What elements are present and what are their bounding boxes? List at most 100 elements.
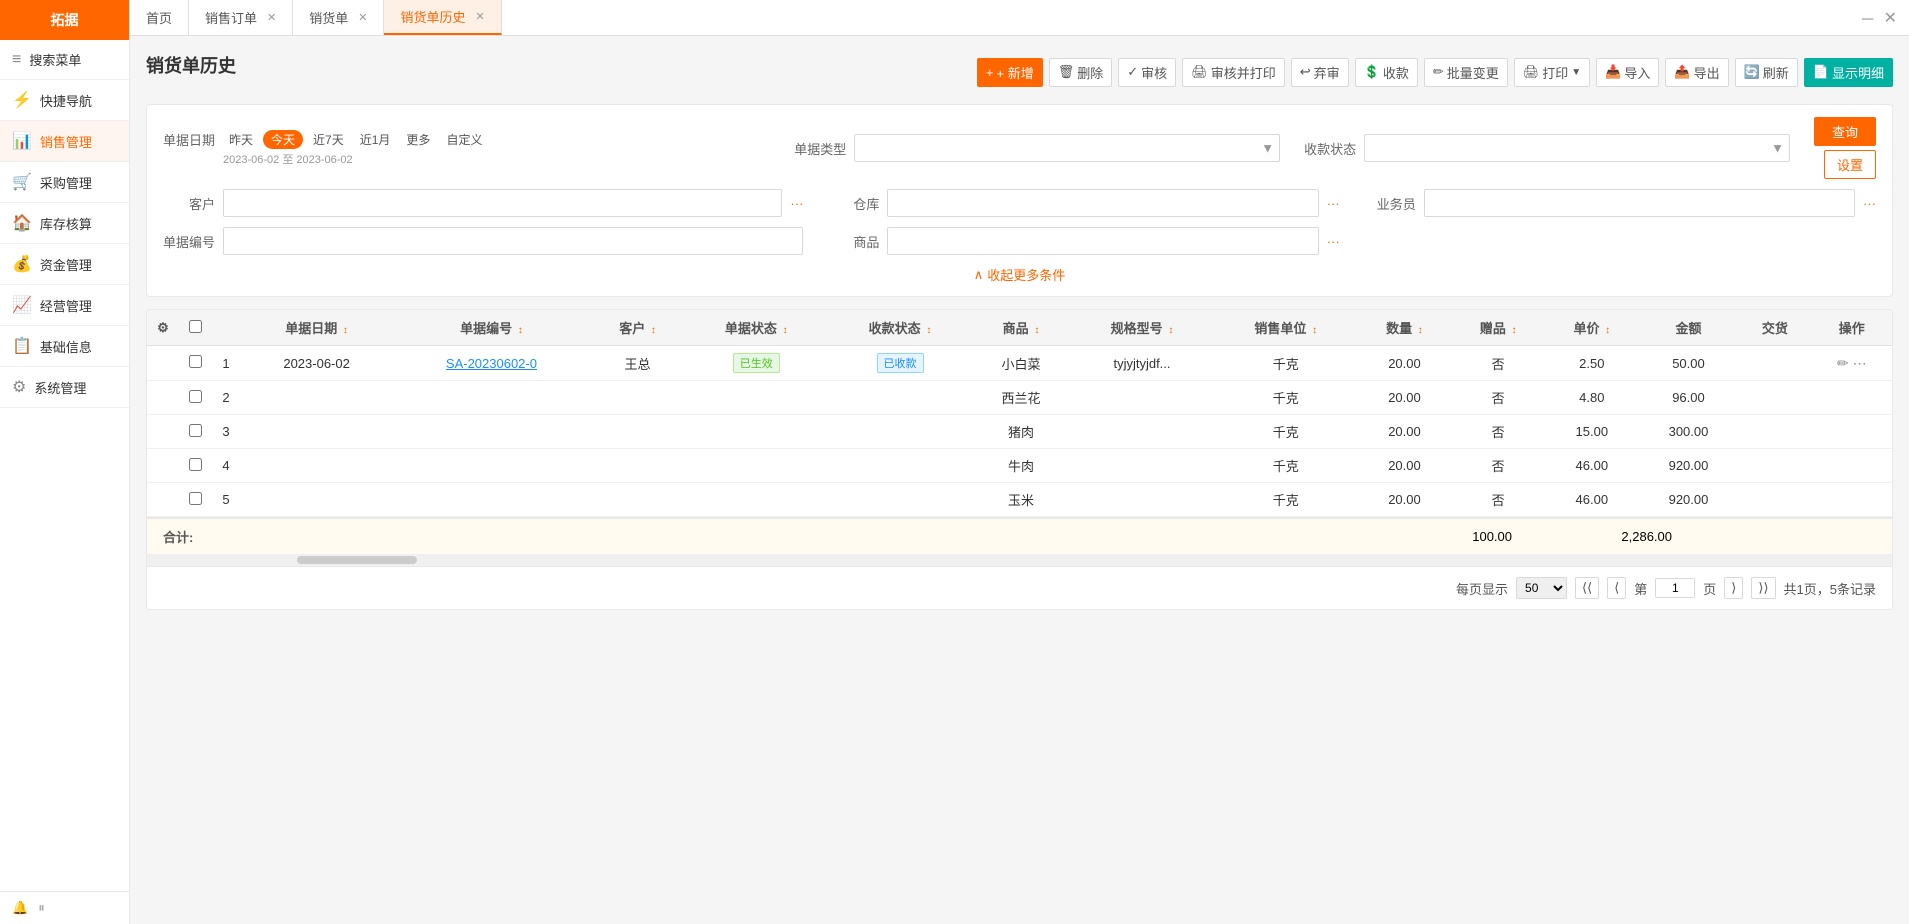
sidebar-item-finance-mgmt[interactable]: 💰 资金管理: [0, 244, 129, 285]
sidebar-item-operation-mgmt[interactable]: 📈 经营管理: [0, 285, 129, 326]
refresh-button[interactable]: 🔄 刷新: [1735, 58, 1798, 87]
date-tag-today[interactable]: 今天: [263, 130, 303, 149]
review-print-button[interactable]: 🖨 审核并打印: [1182, 58, 1285, 87]
date-tag-custom[interactable]: 自定义: [440, 130, 488, 149]
doc-type-select[interactable]: [854, 134, 1280, 162]
doc-number-sort-icon: ↕: [518, 325, 523, 336]
row-checkbox-0[interactable]: [189, 355, 202, 368]
warehouse-input[interactable]: [887, 189, 1318, 217]
tab-sales-delivery-close[interactable]: ✕: [358, 11, 367, 24]
collapse-btn[interactable]: ∧ 收起更多条件: [163, 265, 1876, 284]
customer-input[interactable]: [223, 189, 782, 217]
tab-sales-delivery[interactable]: 销货单 ✕: [293, 0, 384, 35]
horizontal-scrollbar[interactable]: [147, 554, 1892, 566]
review-button[interactable]: ✓ 审核: [1118, 58, 1176, 87]
row-checkbox-3[interactable]: [189, 458, 202, 471]
edit-icon-0[interactable]: ✏: [1837, 355, 1849, 372]
refresh-icon: 🔄: [1744, 64, 1760, 80]
sidebar-item-search-menu[interactable]: ≡ 搜索菜单: [0, 40, 129, 80]
doc-number-link-0[interactable]: SA-20230602-0: [446, 356, 537, 371]
page-prev-button[interactable]: ⟨: [1607, 577, 1626, 599]
col-doc-status[interactable]: 单据状态 ↕: [684, 310, 828, 346]
batch-change-button[interactable]: ✏ 批量变更: [1424, 58, 1508, 87]
col-payment-status[interactable]: 收款状态 ↕: [828, 310, 972, 346]
collect-button[interactable]: 💲 收款: [1355, 58, 1418, 87]
page-first-button[interactable]: ⟨⟨: [1575, 577, 1599, 599]
salesperson-input[interactable]: [1424, 189, 1855, 217]
sidebar-item-quick-nav[interactable]: ⚡ 快捷导航: [0, 80, 129, 121]
tab-sales-delivery-history-close[interactable]: ✕: [476, 10, 485, 23]
cell-customer-1: [591, 381, 685, 415]
row-checkbox-1[interactable]: [189, 390, 202, 403]
date-tag-1month[interactable]: 近1月: [354, 130, 397, 149]
goods-input[interactable]: [887, 227, 1318, 255]
window-close-icon[interactable]: ✕: [1884, 8, 1897, 28]
tab-sales-order[interactable]: 销售订单 ✕: [189, 0, 293, 35]
sidebar-item-purchase-mgmt[interactable]: 🛒 采购管理: [0, 162, 129, 203]
window-minimize-icon[interactable]: －: [1860, 6, 1876, 30]
delete-button[interactable]: 🗑 删除: [1049, 58, 1113, 87]
salesperson-ellipsis[interactable]: ···: [1863, 196, 1876, 211]
tab-sales-delivery-history[interactable]: 销货单历史 ✕: [384, 0, 501, 35]
sidebar-item-basic-info[interactable]: 📋 基础信息: [0, 326, 129, 367]
filter-warehouse: 仓库 ···: [827, 189, 1339, 217]
sidebar-bottom-icon1[interactable]: 🔔: [12, 900, 28, 916]
sidebar-item-label: 采购管理: [40, 173, 92, 192]
page-number-input[interactable]: [1655, 578, 1695, 598]
display-details-button[interactable]: 📄 显示明细: [1804, 58, 1893, 87]
col-checkbox[interactable]: [179, 310, 211, 346]
more-icon-0[interactable]: ⋯: [1853, 355, 1867, 372]
col-quantity[interactable]: 数量 ↕: [1358, 310, 1452, 346]
filter-payment-status: 收款状态 ▼: [1304, 134, 1790, 162]
row-checkbox-4[interactable]: [189, 492, 202, 505]
cell-doc-date-3: [241, 449, 392, 483]
customer-ellipsis[interactable]: ···: [790, 196, 803, 211]
col-unit-price[interactable]: 单价 ↕: [1545, 310, 1639, 346]
doc-number-input[interactable]: [223, 227, 803, 255]
col-doc-number[interactable]: 单据编号 ↕: [392, 310, 591, 346]
set-button[interactable]: 设置: [1824, 150, 1876, 179]
page-size-select[interactable]: 50 20 100: [1516, 577, 1567, 599]
cell-checkbox-4[interactable]: [179, 483, 211, 517]
col-settings[interactable]: ⚙: [147, 310, 179, 346]
warehouse-ellipsis[interactable]: ···: [1327, 196, 1340, 211]
date-tag-yesterday[interactable]: 昨天: [223, 130, 259, 149]
sidebar-item-inventory[interactable]: 🏠 库存核算: [0, 203, 129, 244]
cell-checkbox-0[interactable]: [179, 346, 211, 381]
query-button[interactable]: 查询: [1814, 117, 1876, 146]
scrollbar-thumb[interactable]: [297, 556, 417, 564]
cell-checkbox-1[interactable]: [179, 381, 211, 415]
sidebar-item-label: 系统管理: [34, 378, 86, 397]
col-sales-unit[interactable]: 销售单位 ↕: [1214, 310, 1358, 346]
cell-doc-number-0[interactable]: SA-20230602-0: [392, 346, 591, 381]
doc-type-select-wrapper: ▼: [854, 134, 1280, 162]
filter-salesperson: 业务员 ···: [1364, 189, 1876, 217]
sidebar-item-system-mgmt[interactable]: ⚙ 系统管理: [0, 367, 129, 408]
page-next-button[interactable]: ⟩: [1724, 577, 1743, 599]
col-customer[interactable]: 客户 ↕: [591, 310, 685, 346]
select-all-checkbox[interactable]: [189, 320, 202, 333]
import-button[interactable]: 📥 导入: [1596, 58, 1659, 87]
col-spec-type[interactable]: 规格型号 ↕: [1070, 310, 1214, 346]
tab-home[interactable]: 首页: [130, 0, 189, 35]
row-checkbox-2[interactable]: [189, 424, 202, 437]
print-button[interactable]: 🖨 打印 ▼: [1514, 58, 1590, 87]
export-button[interactable]: 📤 导出: [1665, 58, 1728, 87]
sidebar-item-sales-mgmt[interactable]: 📊 销售管理: [0, 121, 129, 162]
goods-ellipsis[interactable]: ···: [1327, 234, 1340, 249]
cell-checkbox-2[interactable]: [179, 415, 211, 449]
new-button[interactable]: + + 新增: [977, 58, 1043, 87]
date-tag-more[interactable]: 更多: [400, 130, 436, 149]
tab-sales-order-close[interactable]: ✕: [267, 11, 276, 24]
collect-icon: 💲: [1364, 64, 1380, 80]
col-goods[interactable]: 商品 ↕: [972, 310, 1070, 346]
sidebar-bottom-icon2[interactable]: ⏸: [38, 900, 45, 916]
col-gift[interactable]: 赠品 ↕: [1451, 310, 1545, 346]
review-print-icon: 🖨: [1191, 64, 1208, 80]
page-last-button[interactable]: ⟩⟩: [1751, 577, 1775, 599]
date-tag-7days[interactable]: 近7天: [307, 130, 350, 149]
payment-status-select[interactable]: [1364, 134, 1790, 162]
discard-button[interactable]: ↩ 弃审: [1291, 58, 1349, 87]
cell-checkbox-3[interactable]: [179, 449, 211, 483]
col-doc-date[interactable]: 单据日期 ↕: [241, 310, 392, 346]
